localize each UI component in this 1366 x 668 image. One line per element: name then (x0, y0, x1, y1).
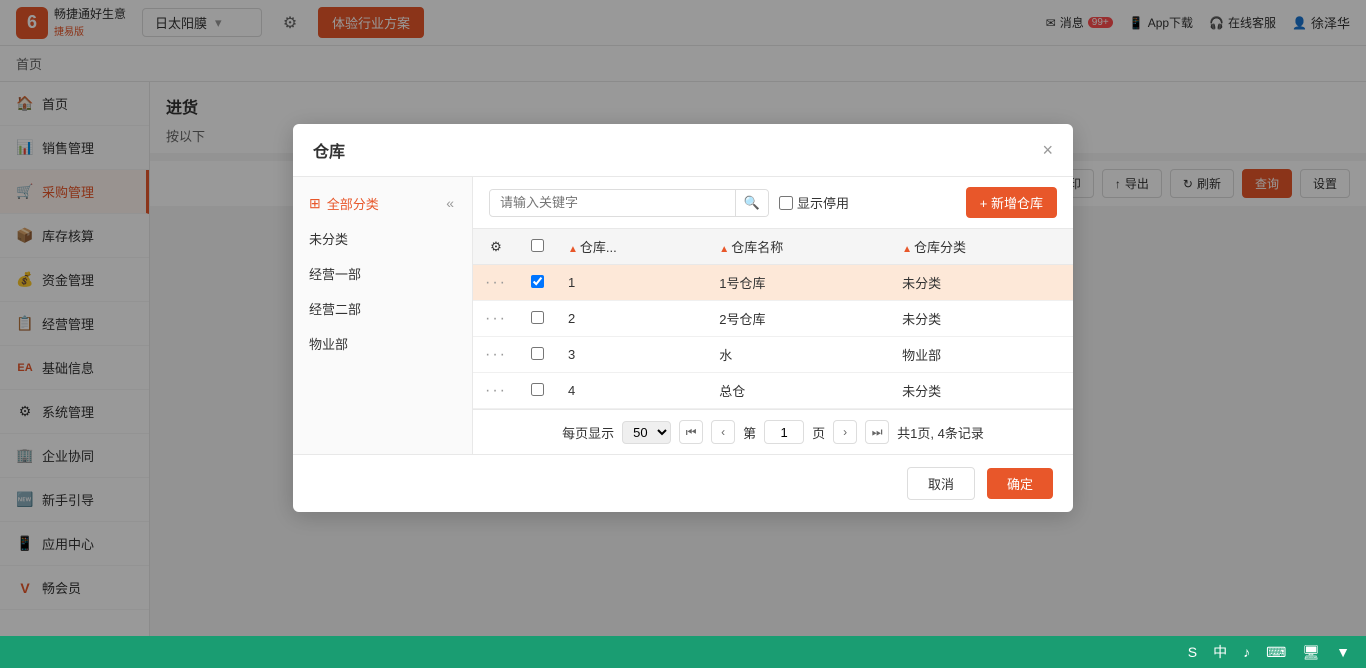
cancel-button[interactable]: 取消 (907, 467, 975, 500)
grid-icon: ⊞ (309, 195, 321, 212)
row-more[interactable]: ··· (473, 265, 519, 301)
status-icon-1[interactable]: S (1188, 644, 1197, 660)
last-page-btn[interactable]: ⏭ (865, 420, 889, 444)
row-checkbox[interactable] (531, 383, 544, 396)
dialog-title: 仓库 (313, 138, 345, 162)
show-disabled-checkbox[interactable] (779, 196, 793, 210)
first-page-btn[interactable]: ⏮ (679, 420, 703, 444)
col-category: ▲仓库分类 (890, 229, 1073, 265)
add-warehouse-button[interactable]: + 新增仓库 (966, 187, 1057, 218)
row-num: 1 (556, 265, 707, 301)
row-more[interactable]: ··· (473, 373, 519, 409)
confirm-button[interactable]: 确定 (987, 468, 1053, 499)
category-panel: ⊞ 全部分类 « 未分类 经营一部 经营二部 物业部 (293, 177, 473, 454)
sort-icon-cat: ▲ (902, 244, 912, 255)
right-toolbar: 🔍 显示停用 + 新增仓库 (473, 177, 1073, 229)
warehouse-table-wrapper: ⚙ ▲仓库... ▲仓库名称 ▲仓库分类 ··· 1 1号仓库 未分类 ··· (473, 229, 1073, 409)
row-category: 未分类 (890, 265, 1073, 301)
table-header-row: ⚙ ▲仓库... ▲仓库名称 ▲仓库分类 (473, 229, 1073, 265)
row-category: 物业部 (890, 337, 1073, 373)
category-unclassified[interactable]: 未分类 (293, 221, 472, 256)
pagination: 每页显示 50 ⏮ ‹ 第 页 › ⏭ 共1页, 4条记录 (473, 409, 1073, 454)
row-checkbox-cell[interactable] (519, 337, 556, 373)
table-row[interactable]: ··· 4 总仓 未分类 (473, 373, 1073, 409)
status-icon-2[interactable]: 中 (1213, 642, 1227, 662)
per-page-label: 每页显示 (562, 423, 614, 442)
col-name: ▲仓库名称 (707, 229, 890, 265)
search-icon[interactable]: 🔍 (735, 190, 768, 216)
status-icon-3[interactable]: ♪ (1243, 644, 1250, 660)
search-input[interactable] (490, 190, 735, 215)
row-checkbox[interactable] (531, 311, 544, 324)
row-checkbox-cell[interactable] (519, 373, 556, 409)
row-name: 总仓 (707, 373, 890, 409)
row-name: 水 (707, 337, 890, 373)
row-checkbox-cell[interactable] (519, 265, 556, 301)
row-name: 2号仓库 (707, 301, 890, 337)
right-panel: 🔍 显示停用 + 新增仓库 ⚙ (473, 177, 1073, 454)
status-icon-6[interactable]: ▼ (1336, 644, 1350, 660)
table-row[interactable]: ··· 2 2号仓库 未分类 (473, 301, 1073, 337)
row-num: 2 (556, 301, 707, 337)
select-all-checkbox[interactable] (531, 239, 544, 252)
modal-overlay[interactable]: 仓库 × ⊞ 全部分类 « 未分类 经营一部 经营二部 物业部 (0, 0, 1366, 636)
sort-icon: ▲ (568, 244, 578, 255)
col-code: ▲仓库... (556, 229, 707, 265)
all-category-item[interactable]: ⊞ 全部分类 (309, 194, 379, 213)
row-checkbox[interactable] (531, 275, 544, 288)
category-ops1[interactable]: 经营一部 (293, 256, 472, 291)
page-number-input[interactable] (764, 420, 804, 444)
dialog-header: 仓库 × (293, 124, 1073, 177)
dialog-footer: 取消 确定 (293, 454, 1073, 512)
col-settings: ⚙ (473, 229, 519, 265)
table-row[interactable]: ··· 3 水 物业部 (473, 337, 1073, 373)
collapse-icon[interactable]: « (440, 193, 460, 213)
sort-icon-name: ▲ (719, 244, 729, 255)
table-row[interactable]: ··· 1 1号仓库 未分类 (473, 265, 1073, 301)
page-label: 第 (743, 423, 756, 442)
search-box: 🔍 (489, 189, 769, 217)
show-disabled-label[interactable]: 显示停用 (779, 193, 849, 212)
dialog-body: ⊞ 全部分类 « 未分类 经营一部 经营二部 物业部 🔍 (293, 177, 1073, 454)
row-checkbox-cell[interactable] (519, 301, 556, 337)
panel-header: ⊞ 全部分类 « (293, 185, 472, 221)
category-property[interactable]: 物业部 (293, 326, 472, 361)
table-body: ··· 1 1号仓库 未分类 ··· 2 2号仓库 未分类 ··· 3 水 物业… (473, 265, 1073, 409)
status-bar: S 中 ♪ ⌨ 🖥 ▼ (0, 636, 1366, 668)
per-page-select[interactable]: 50 (622, 421, 671, 444)
warehouse-table: ⚙ ▲仓库... ▲仓库名称 ▲仓库分类 ··· 1 1号仓库 未分类 ··· (473, 229, 1073, 409)
prev-page-btn[interactable]: ‹ (711, 420, 735, 444)
col-checkbox (519, 229, 556, 265)
category-ops2[interactable]: 经营二部 (293, 291, 472, 326)
next-page-btn[interactable]: › (833, 420, 857, 444)
row-more[interactable]: ··· (473, 337, 519, 373)
status-icon-4[interactable]: ⌨ (1266, 644, 1286, 661)
status-icon-5[interactable]: 🖥 (1302, 644, 1320, 661)
total-info: 共1页, 4条记录 (897, 423, 984, 442)
warehouse-dialog: 仓库 × ⊞ 全部分类 « 未分类 经营一部 经营二部 物业部 (293, 124, 1073, 512)
close-icon[interactable]: × (1042, 141, 1053, 159)
row-name: 1号仓库 (707, 265, 890, 301)
row-num: 3 (556, 337, 707, 373)
row-category: 未分类 (890, 301, 1073, 337)
row-num: 4 (556, 373, 707, 409)
page-unit: 页 (812, 423, 825, 442)
row-category: 未分类 (890, 373, 1073, 409)
row-checkbox[interactable] (531, 347, 544, 360)
row-more[interactable]: ··· (473, 301, 519, 337)
